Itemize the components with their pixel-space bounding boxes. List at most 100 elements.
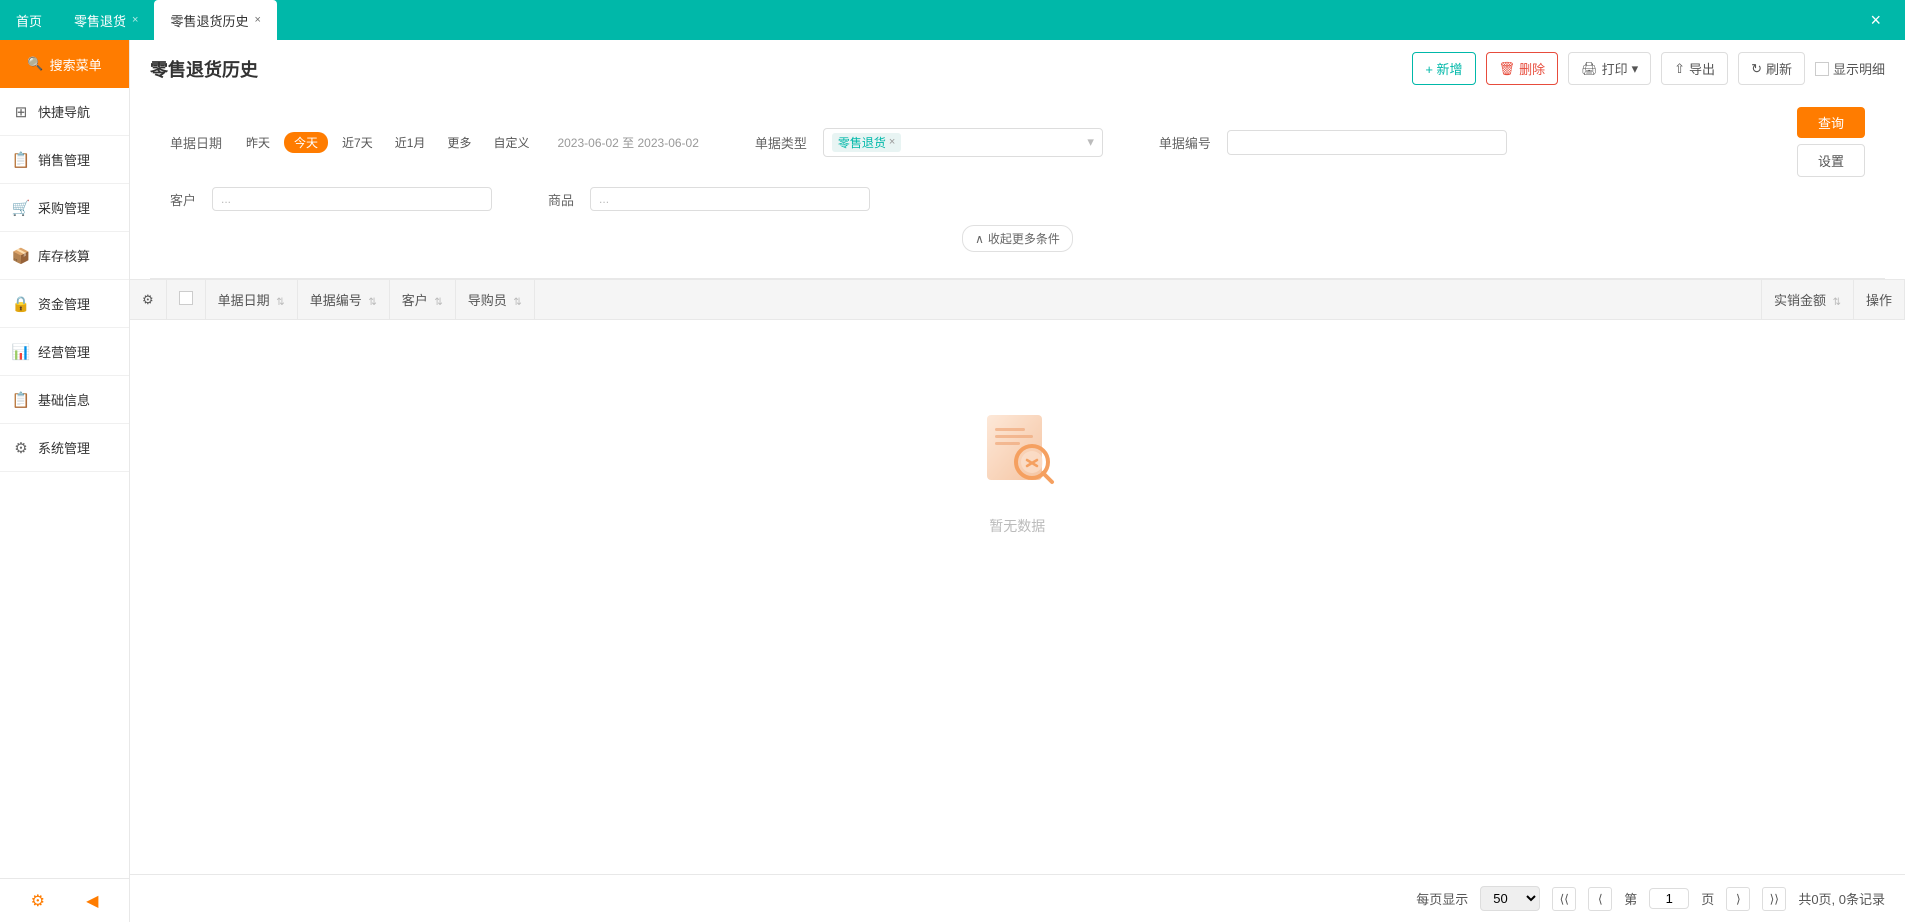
show-detail-toggle[interactable]: 显示明细 — [1815, 59, 1885, 78]
sort-bill-date-icon[interactable]: ⇅ — [276, 297, 284, 308]
bill-type-tag-close[interactable]: × — [889, 136, 895, 148]
filter-settings-button[interactable]: 设置 — [1797, 144, 1865, 177]
empty-illustration — [967, 400, 1067, 500]
sidebar: 🔍 搜索菜单 ⊞ 快捷导航 📋 销售管理 🛒 采购管理 📦 库存核算 🔒 资金管… — [0, 40, 130, 922]
sidebar-item-ops-mgmt[interactable]: 📊 经营管理 — [0, 328, 129, 376]
bill-type-tag: 零售退货 × — [832, 133, 901, 152]
tab-home[interactable]: 首页 — [0, 0, 58, 40]
sort-guide-icon[interactable]: ⇅ — [513, 297, 521, 308]
goods-select[interactable]: ... — [590, 187, 870, 211]
top-bar: 首页 零售退货 × 零售退货历史 × × — [0, 0, 1905, 40]
tab-retail-return[interactable]: 零售退货 × — [58, 0, 154, 40]
nav-icon-stock-calc: 📦 — [12, 247, 30, 265]
table-header: ⚙ 单据日期 ⇅ 单据编号 ⇅ — [130, 280, 1905, 320]
top-bar-right: × — [1862, 6, 1905, 35]
tab-close-retail-return[interactable]: × — [132, 14, 138, 26]
date-btn-自定义[interactable]: 自定义 — [485, 132, 537, 153]
first-page-button[interactable]: ⟨⟨ — [1552, 887, 1576, 911]
date-btn-今天[interactable]: 今天 — [284, 132, 328, 153]
bill-no-input[interactable] — [1227, 130, 1507, 155]
delete-button[interactable]: 🗑 删除 — [1486, 52, 1559, 85]
nav-label-stock-calc: 库存核算 — [38, 246, 90, 265]
page-suffix-label: 页 — [1701, 889, 1714, 908]
sort-bill-no-icon[interactable]: ⇅ — [368, 297, 376, 308]
date-filter-buttons: 昨天今天近7天近1月更多自定义 — [238, 132, 537, 153]
nav-label-ops-mgmt: 经营管理 — [38, 342, 90, 361]
th-gear[interactable]: ⚙ — [130, 280, 166, 320]
nav-label-sys-mgmt: 系统管理 — [38, 438, 90, 457]
pagination-bar: 每页显示 50 10 20 100 ⟨⟨ ⟨ 第 页 ⟩ ⟩⟩ 共0页, 0条记… — [130, 874, 1905, 922]
refresh-button[interactable]: ↻ 刷新 — [1738, 52, 1805, 85]
per-page-select[interactable]: 50 10 20 100 — [1480, 886, 1540, 911]
delete-icon: 🗑 — [1499, 61, 1516, 77]
filter-action-buttons: 查询 设置 — [1797, 107, 1865, 177]
date-filter-label: 单据日期 — [170, 133, 222, 152]
date-btn-更多[interactable]: 更多 — [439, 132, 479, 153]
show-detail-checkbox[interactable] — [1815, 62, 1829, 76]
th-actual-amount: 实销金额 ⇅ — [1761, 280, 1853, 320]
nav-label-purchase-mgmt: 采购管理 — [38, 198, 90, 217]
sidebar-item-basic-info[interactable]: 📋 基础信息 — [0, 376, 129, 424]
column-settings-icon[interactable]: ⚙ — [142, 292, 154, 307]
date-btn-近1月[interactable]: 近1月 — [387, 132, 434, 153]
page-header: 零售退货历史 + 新增 🗑 删除 🖨 打印 ▾ ⇧ 导出 — [130, 40, 1905, 280]
tab-close-retail-return-history[interactable]: × — [254, 14, 260, 26]
date-range-display: 2023-06-02 至 2023-06-02 — [557, 134, 698, 151]
filter-row-2: 客户 ... 商品 ... — [170, 187, 1865, 211]
th-checkbox[interactable] — [166, 280, 205, 320]
date-btn-近7天[interactable]: 近7天 — [334, 132, 381, 153]
last-page-button[interactable]: ⟩⟩ — [1762, 887, 1786, 911]
prev-page-button[interactable]: ⟨ — [1588, 887, 1612, 911]
print-icon: 🖨 — [1581, 61, 1598, 77]
sidebar-item-sales-mgmt[interactable]: 📋 销售管理 — [0, 136, 129, 184]
bill-type-select[interactable]: 零售退货 × ▾ — [823, 128, 1103, 157]
next-page-button[interactable]: ⟩ — [1726, 887, 1750, 911]
sidebar-item-stock-calc[interactable]: 📦 库存核算 — [0, 232, 129, 280]
settings-icon[interactable]: ⚙ — [31, 891, 45, 911]
print-dropdown-icon: ▾ — [1632, 61, 1639, 77]
th-operation: 操作 — [1853, 280, 1904, 320]
nav-icon-quick-nav: ⊞ — [12, 103, 30, 121]
bill-type-dropdown-icon: ▾ — [1087, 134, 1094, 150]
tab-retail-return-history[interactable]: 零售退货历史 × — [154, 0, 276, 40]
page-title: 零售退货历史 — [150, 56, 258, 82]
bill-no-label: 单据编号 — [1159, 133, 1211, 152]
select-all-checkbox[interactable] — [179, 291, 193, 305]
sidebar-item-finance-mgmt[interactable]: 🔒 资金管理 — [0, 280, 129, 328]
date-btn-昨天[interactable]: 昨天 — [238, 132, 278, 153]
sidebar-item-purchase-mgmt[interactable]: 🛒 采购管理 — [0, 184, 129, 232]
new-button[interactable]: + 新增 — [1412, 52, 1475, 85]
collapse-filter-button[interactable]: ∧ 收起更多条件 — [962, 225, 1073, 252]
export-icon: ⇧ — [1674, 61, 1685, 77]
collapse-sidebar-icon[interactable]: ◀ — [86, 891, 98, 911]
th-customer: 客户 ⇅ — [389, 280, 455, 320]
print-button[interactable]: 🖨 打印 ▾ — [1568, 52, 1651, 85]
nav-label-quick-nav: 快捷导航 — [38, 102, 90, 121]
bill-type-label: 单据类型 — [755, 133, 807, 152]
table-header-row: ⚙ 单据日期 ⇅ 单据编号 ⇅ — [130, 280, 1905, 320]
sort-amount-icon[interactable]: ⇅ — [1833, 297, 1841, 308]
data-table: ⚙ 单据日期 ⇅ 单据编号 ⇅ — [130, 280, 1905, 616]
nav-icon-finance-mgmt: 🔒 — [12, 295, 30, 313]
tab-label-retail-return-history: 零售退货历史 — [170, 11, 248, 30]
page-title-row: 零售退货历史 + 新增 🗑 删除 🖨 打印 ▾ ⇧ 导出 — [150, 52, 1885, 85]
sidebar-search-button[interactable]: 🔍 搜索菜单 — [0, 40, 129, 88]
sidebar-item-sys-mgmt[interactable]: ⚙ 系统管理 — [0, 424, 129, 472]
nav-label-sales-mgmt: 销售管理 — [38, 150, 90, 169]
window-close-icon[interactable]: × — [1862, 6, 1889, 35]
customer-label: 客户 — [170, 190, 196, 209]
sort-customer-icon[interactable]: ⇅ — [434, 297, 442, 308]
tab-label-retail-return: 零售退货 — [74, 11, 126, 30]
sidebar-search-label: 搜索菜单 — [50, 55, 102, 74]
nav-label-finance-mgmt: 资金管理 — [38, 294, 90, 313]
page-number-input[interactable] — [1649, 888, 1689, 909]
customer-select[interactable]: ... — [212, 187, 492, 211]
sidebar-item-quick-nav[interactable]: ⊞ 快捷导航 — [0, 88, 129, 136]
nav-icon-purchase-mgmt: 🛒 — [12, 199, 30, 217]
tab-label-home: 首页 — [16, 11, 42, 30]
query-button[interactable]: 查询 — [1797, 107, 1865, 138]
nav-icon-ops-mgmt: 📊 — [12, 343, 30, 361]
export-button[interactable]: ⇧ 导出 — [1661, 52, 1728, 85]
empty-state: 暂无数据 — [130, 320, 1905, 616]
th-bill-date: 单据日期 ⇅ — [205, 280, 297, 320]
